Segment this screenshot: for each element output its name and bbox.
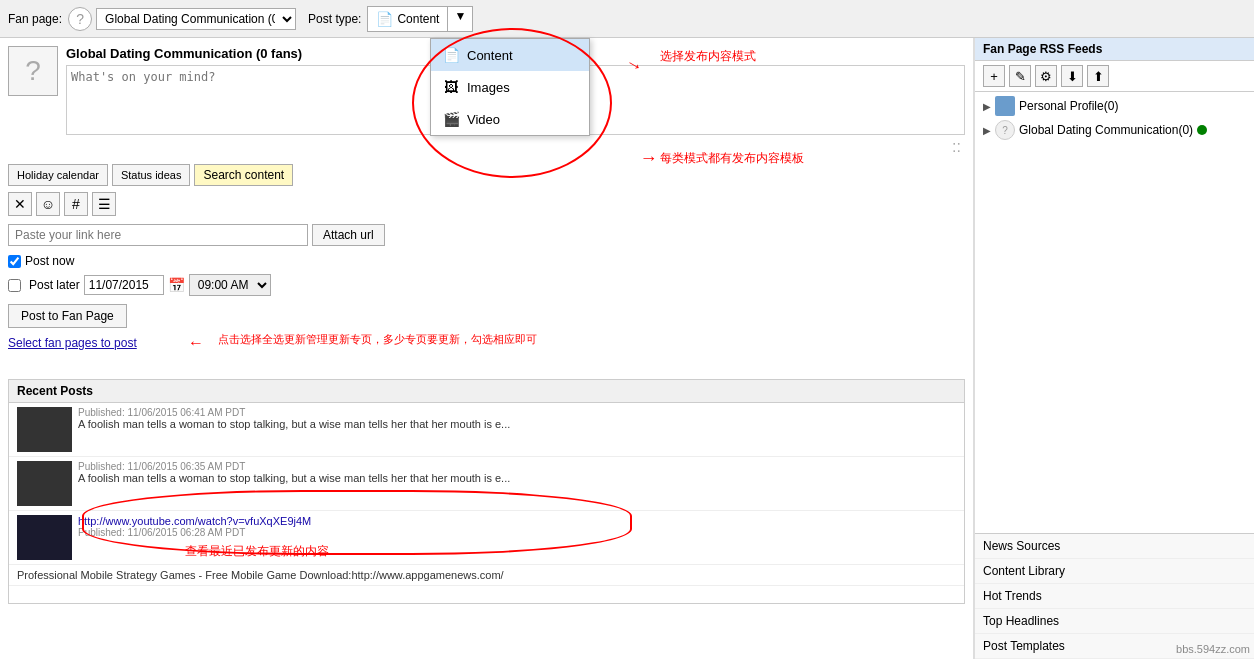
rss-item-label: Global Dating Communication(0) — [1019, 123, 1193, 137]
fan-page-select-wrap: ? Global Dating Communication (0 fans) — [68, 7, 296, 31]
rss-add-button[interactable]: + — [983, 65, 1005, 87]
list-icon-btn[interactable]: ☰ — [92, 192, 116, 216]
post-now-checkbox[interactable] — [8, 255, 21, 268]
post-thumbnail — [17, 461, 72, 506]
list-item: http://www.youtube.com/watch?v=vfuXqXE9j… — [9, 511, 964, 565]
recent-posts-body: Published: 11/06/2015 06:41 AM PDT A foo… — [9, 403, 964, 603]
right-bottom-section: News Sources Content Library Hot Trends … — [975, 533, 1254, 659]
news-sources-item[interactable]: News Sources — [975, 534, 1254, 559]
post-title: A foolish man tells a woman to stop talk… — [78, 418, 956, 430]
post-later-checkbox[interactable] — [8, 279, 21, 292]
rss-edit-button[interactable]: ✎ — [1009, 65, 1031, 87]
post-content: Professional Mobile Strategy Games - Fre… — [17, 569, 956, 581]
hash-icon-btn[interactable]: # — [64, 192, 88, 216]
post-later-row: Post later 📅 09:00 AM — [8, 274, 965, 296]
post-now-label: Post now — [25, 254, 74, 268]
right-panel: Fan Page RSS Feeds + ✎ ⚙ ⬇ ⬆ ▶ Personal … — [974, 38, 1254, 659]
rss-toolbar: + ✎ ⚙ ⬇ ⬆ — [975, 61, 1254, 92]
post-content: Published: 11/06/2015 06:35 AM PDT A foo… — [78, 461, 956, 484]
resize-handle: :: — [66, 138, 965, 156]
list-item: Published: 11/06/2015 06:35 AM PDT A foo… — [9, 457, 964, 511]
icon-bar: ✕ ☺ # ☰ — [8, 192, 965, 216]
annotation-select-type: 选择发布内容模式 — [660, 48, 756, 65]
content-library-item[interactable]: Content Library — [975, 559, 1254, 584]
post-to-fan-page-button[interactable]: Post to Fan Page — [8, 304, 127, 328]
post-thumbnail — [17, 515, 72, 560]
attach-url-button[interactable]: Attach url — [312, 224, 385, 246]
post-published: Published: 11/06/2015 06:41 AM PDT — [78, 407, 956, 418]
post-type-label: Post type: — [308, 12, 361, 26]
search-content-button[interactable]: Search content — [194, 164, 293, 186]
rss-item-global: ▶ ? Global Dating Communication(0) — [983, 120, 1246, 140]
fan-page-select[interactable]: Global Dating Communication (0 fans) — [96, 8, 296, 30]
main-layout: ? Global Dating Communication (0 fans) :… — [0, 38, 1254, 659]
dropdown-label-content: Content — [467, 48, 513, 63]
post-type-value: Content — [397, 12, 439, 26]
post-content: http://www.youtube.com/watch?v=vfuXqXE9j… — [78, 515, 956, 538]
calendar-icon[interactable]: 📅 — [168, 277, 185, 293]
rss-feeds-header: Fan Page RSS Feeds — [975, 38, 1254, 61]
top-headlines-item[interactable]: Top Headlines — [975, 609, 1254, 634]
arrow-template-note: ← — [640, 148, 658, 169]
post-url: http://www.youtube.com/watch?v=vfuXqXE9j… — [78, 515, 956, 527]
images-menu-icon: 🖼 — [441, 77, 461, 97]
select-fan-pages-link[interactable]: Select fan pages to post — [8, 336, 137, 350]
rss-thumb — [995, 96, 1015, 116]
close-icon-btn[interactable]: ✕ — [8, 192, 32, 216]
hot-trends-item[interactable]: Hot Trends — [975, 584, 1254, 609]
post-type-wrap: 📄 Content ▼ — [367, 6, 473, 32]
expand-arrow: ▶ — [983, 125, 991, 136]
video-menu-icon: 🎬 — [441, 109, 461, 129]
post-published: Published: 11/06/2015 06:28 AM PDT — [78, 527, 956, 538]
annotation-select-pages: 点击选择全选更新管理更新专页，多少专页要更新，勾选相应即可 — [218, 332, 974, 347]
post-type-dropdown-menu: 📄 Content 🖼 Images 🎬 Video — [430, 38, 590, 136]
fan-page-label: Fan page: — [8, 12, 62, 26]
rss-list: ▶ Personal Profile(0) ▶ ? Global Dating … — [975, 92, 1254, 533]
footer-link: bbs.594zz.com — [1176, 643, 1250, 655]
post-title: Professional Mobile Strategy Games - Fre… — [17, 569, 956, 581]
status-ideas-button[interactable]: Status ideas — [112, 164, 191, 186]
expand-arrow: ▶ — [983, 101, 991, 112]
rss-upload-button[interactable]: ⬆ — [1087, 65, 1109, 87]
post-time-select[interactable]: 09:00 AM — [189, 274, 271, 296]
post-published: Published: 11/06/2015 06:35 AM PDT — [78, 461, 956, 472]
post-now-row: Post now — [8, 254, 965, 268]
rss-settings-button[interactable]: ⚙ — [1035, 65, 1057, 87]
post-type-dropdown-arrow[interactable]: ▼ — [448, 6, 473, 32]
annotation-latest-posts: 查看最近已发布更新的内容 — [185, 543, 329, 560]
post-content: Published: 11/06/2015 06:41 AM PDT A foo… — [78, 407, 956, 430]
dropdown-item-images[interactable]: 🖼 Images — [431, 71, 589, 103]
holiday-calendar-button[interactable]: Holiday calendar — [8, 164, 108, 186]
rss-item-label: Personal Profile(0) — [1019, 99, 1118, 113]
content-menu-icon: 📄 — [441, 45, 461, 65]
rss-thumb: ? — [995, 120, 1015, 140]
online-status-indicator — [1197, 125, 1207, 135]
rss-item-personal: ▶ Personal Profile(0) — [983, 96, 1246, 116]
arrow-select-pages: ← — [188, 334, 204, 352]
list-item: Published: 11/06/2015 06:41 AM PDT A foo… — [9, 403, 964, 457]
post-thumbnail — [17, 407, 72, 452]
profile-avatar: ? — [8, 46, 58, 96]
recent-posts-section: Recent Posts Published: 11/06/2015 06:41… — [8, 379, 965, 604]
template-buttons-row: Holiday calendar Status ideas Search con… — [8, 164, 965, 186]
fan-page-icon: ? — [68, 7, 92, 31]
dropdown-item-content[interactable]: 📄 Content — [431, 39, 589, 71]
post-date-input[interactable] — [84, 275, 164, 295]
url-row: Attach url — [8, 224, 965, 246]
dropdown-label-video: Video — [467, 112, 500, 127]
post-later-label: Post later — [29, 278, 80, 292]
post-type-button[interactable]: 📄 Content — [367, 6, 448, 32]
dropdown-item-video[interactable]: 🎬 Video — [431, 103, 589, 135]
emoji-icon-btn[interactable]: ☺ — [36, 192, 60, 216]
post-title: A foolish man tells a woman to stop talk… — [78, 472, 956, 484]
annotation-template-note: 每类模式都有发布内容模板 — [660, 150, 804, 167]
url-input[interactable] — [8, 224, 308, 246]
dropdown-label-images: Images — [467, 80, 510, 95]
top-bar: Fan page: ? Global Dating Communication … — [0, 0, 1254, 38]
rss-download-button[interactable]: ⬇ — [1061, 65, 1083, 87]
recent-posts-header: Recent Posts — [9, 380, 964, 403]
content-icon: 📄 — [376, 11, 393, 27]
list-item: Professional Mobile Strategy Games - Fre… — [9, 565, 964, 586]
